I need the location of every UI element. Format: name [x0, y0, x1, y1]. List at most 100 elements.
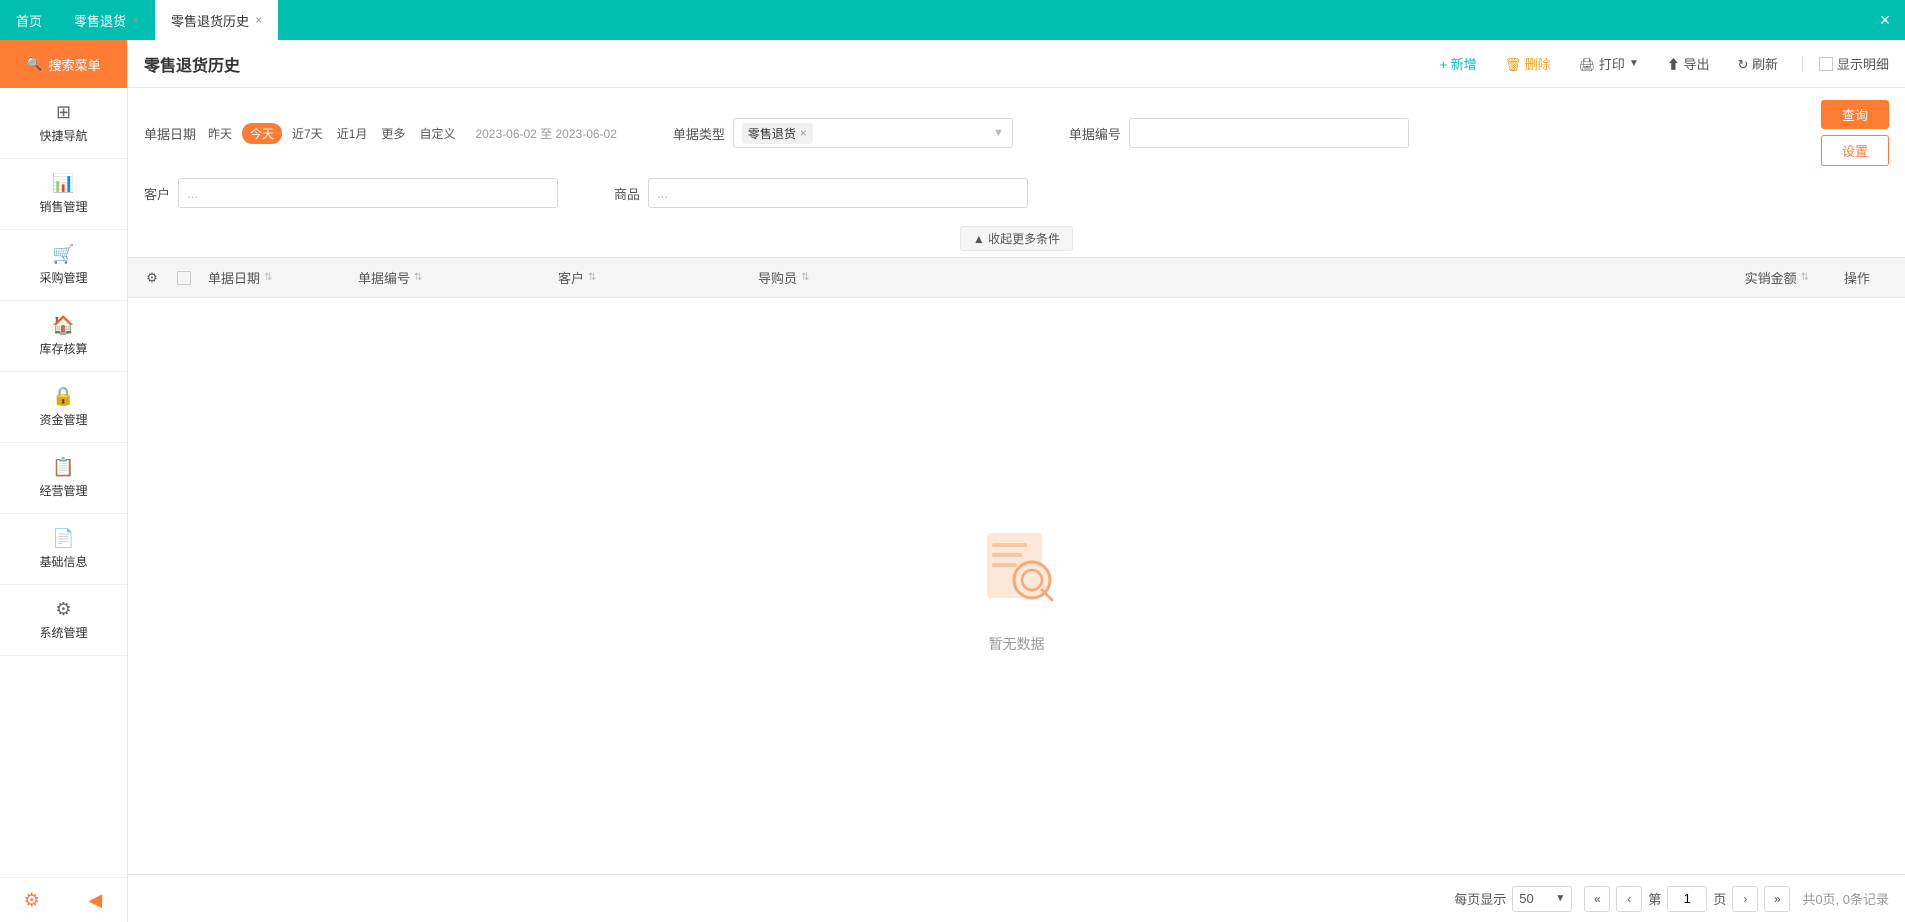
system-icon: ⚙	[55, 599, 71, 620]
th-guide[interactable]: 导购员 ⇅	[750, 268, 1697, 287]
date-last1m[interactable]: 近1月	[333, 123, 372, 144]
tab-list: 首页 零售退货 × 零售退货历史 ×	[0, 0, 1865, 40]
filter-area: 单据日期 昨天 今天 近7天 近1月 更多 自定义 2023-06-02 至 2…	[128, 88, 1905, 258]
page-nav: « ‹ 第 页 › »	[1584, 886, 1790, 912]
header-actions: + 新增 🗑 删除 🖨 打印 ▼ ⬆ 导出 ↻ 刷新 显	[1431, 50, 1889, 77]
sidebar-item-purchase[interactable]: 🛒 采购管理	[0, 230, 127, 301]
sort-date-icon: ⇅	[264, 272, 272, 283]
delete-button[interactable]: 🗑 删除	[1497, 50, 1559, 77]
sidebar-item-sales[interactable]: 📊 销售管理	[0, 159, 127, 230]
page-total: 共0页, 0条记录	[1802, 889, 1889, 908]
sales-icon: 📊	[52, 173, 74, 194]
page-header: 零售退货历史 + 新增 🗑 删除 🖨 打印 ▼ ⬆ 导出 ↻ 刷新	[128, 40, 1905, 88]
sidebar-bottom: ⚙ ◀	[0, 877, 127, 922]
sidebar-item-system[interactable]: ⚙ 系统管理	[0, 585, 127, 656]
pagination: 每页显示 50 ▼ « ‹ 第 页 › » 共0页, 0条记录	[128, 874, 1905, 922]
date-yesterday[interactable]: 昨天	[204, 123, 236, 144]
main-layout: 🔍 搜索菜单 ⊞ 快捷导航 📊 销售管理 🛒 采购管理 🏠 库存核算 🔒 资金管…	[0, 40, 1905, 922]
doc-number-input[interactable]	[1129, 118, 1409, 148]
page-number-input[interactable]	[1667, 886, 1707, 912]
sort-number-icon: ⇅	[414, 272, 422, 283]
tab-home[interactable]: 首页	[0, 0, 58, 40]
show-detail-checkbox-box[interactable]	[1819, 57, 1833, 71]
page-size-selector: 每页显示 50 ▼	[1454, 886, 1572, 912]
customer-input[interactable]: ...	[178, 178, 558, 208]
filter-customer: 客户 ...	[144, 178, 558, 208]
page-next-button[interactable]: ›	[1732, 886, 1758, 912]
top-bar: 首页 零售退货 × 零售退货历史 × ×	[0, 0, 1905, 40]
goods-input[interactable]: ...	[648, 178, 1028, 208]
collapse-row: ▲ 收起更多条件	[144, 220, 1889, 257]
filter-doc-type: 单据类型 零售退货 × ▼	[673, 118, 1013, 148]
empty-icon	[967, 518, 1067, 618]
operations-icon: 📋	[52, 457, 74, 478]
th-checkbox[interactable]	[168, 271, 200, 285]
filter-date: 单据日期 昨天 今天 近7天 近1月 更多 自定义	[144, 123, 459, 144]
sidebar: 🔍 搜索菜单 ⊞ 快捷导航 📊 销售管理 🛒 采购管理 🏠 库存核算 🔒 资金管…	[0, 40, 128, 922]
filter-row-1: 单据日期 昨天 今天 近7天 近1月 更多 自定义 2023-06-02 至 2…	[144, 100, 1889, 166]
print-dropdown-icon: ▼	[1629, 58, 1639, 69]
table-header: ⚙ 单据日期 ⇅ 单据编号 ⇅ 客户 ⇅ 导购员	[128, 258, 1905, 298]
filter-goods: 商品 ...	[614, 178, 1028, 208]
divider	[1802, 56, 1803, 72]
sidebar-item-basic-info[interactable]: 📄 基础信息	[0, 514, 127, 585]
new-button[interactable]: + 新增	[1431, 50, 1484, 77]
doc-type-tags: 零售退货 ×	[742, 123, 993, 144]
sidebar-item-operations[interactable]: 📋 经营管理	[0, 443, 127, 514]
tab-retail-return-close[interactable]: ×	[132, 13, 139, 27]
doc-type-tag-close[interactable]: ×	[800, 126, 807, 140]
tab-retail-return-history-close[interactable]: ×	[255, 13, 262, 27]
sort-guide-icon: ⇅	[801, 272, 809, 283]
tab-retail-return[interactable]: 零售退货 ×	[58, 0, 155, 40]
th-amount[interactable]: 实销金额 ⇅	[1697, 268, 1817, 287]
date-today[interactable]: 今天	[242, 123, 282, 144]
set-button[interactable]: 设置	[1821, 135, 1889, 166]
sort-customer-icon: ⇅	[588, 272, 596, 283]
empty-state: 暂无数据	[128, 298, 1905, 874]
tab-retail-return-history[interactable]: 零售退货历史 ×	[155, 0, 278, 40]
query-button[interactable]: 查询	[1821, 100, 1889, 129]
sidebar-settings-button[interactable]: ⚙	[0, 878, 64, 922]
table-settings-icon: ⚙	[146, 270, 158, 286]
sidebar-item-quick-nav[interactable]: ⊞ 快捷导航	[0, 88, 127, 159]
select-all-checkbox[interactable]	[177, 271, 191, 285]
export-button[interactable]: ⬆ 导出	[1659, 50, 1718, 77]
refresh-button[interactable]: ↻ 刷新	[1729, 50, 1786, 77]
inventory-icon: 🏠	[52, 315, 74, 336]
print-button[interactable]: 🖨 打印 ▼	[1571, 50, 1647, 77]
doc-type-dropdown-icon: ▼	[993, 127, 1004, 139]
sidebar-search[interactable]: 🔍 搜索菜单	[0, 40, 127, 88]
search-icon: 🔍	[26, 56, 42, 72]
content-area: 零售退货历史 + 新增 🗑 删除 🖨 打印 ▼ ⬆ 导出 ↻ 刷新	[128, 40, 1905, 922]
filter-doc-number: 单据编号	[1069, 118, 1409, 148]
page-last-button[interactable]: »	[1764, 886, 1790, 912]
basic-info-icon: 📄	[52, 528, 74, 549]
doc-type-tag: 零售退货 ×	[742, 123, 813, 144]
collapse-button[interactable]: ▲ 收起更多条件	[960, 226, 1073, 251]
table-area: ⚙ 单据日期 ⇅ 单据编号 ⇅ 客户 ⇅ 导购员	[128, 258, 1905, 874]
settings-icon: ⚙	[24, 890, 40, 911]
date-custom[interactable]: 自定义	[415, 123, 459, 144]
th-settings[interactable]: ⚙	[136, 270, 168, 286]
page-first-button[interactable]: «	[1584, 886, 1610, 912]
filter-row-2: 客户 ... 商品 ...	[144, 178, 1889, 208]
sidebar-collapse-button[interactable]: ◀	[64, 878, 128, 922]
purchase-icon: 🛒	[52, 244, 74, 265]
page-size-dropdown-icon: ▼	[1555, 893, 1565, 904]
page-size-select-box[interactable]: 50 ▼	[1512, 886, 1572, 912]
window-close-button[interactable]: ×	[1865, 0, 1905, 40]
page-prev-button[interactable]: ‹	[1616, 886, 1642, 912]
sidebar-item-inventory[interactable]: 🏠 库存核算	[0, 301, 127, 372]
date-last7[interactable]: 近7天	[288, 123, 327, 144]
sidebar-item-finance[interactable]: 🔒 资金管理	[0, 372, 127, 443]
th-number[interactable]: 单据编号 ⇅	[350, 268, 550, 287]
th-date[interactable]: 单据日期 ⇅	[200, 268, 350, 287]
page-title: 零售退货历史	[144, 52, 240, 76]
finance-icon: 🔒	[52, 386, 74, 407]
query-buttons: 查询 设置	[1821, 100, 1889, 166]
date-more[interactable]: 更多	[377, 123, 409, 144]
empty-text: 暂无数据	[989, 634, 1045, 654]
show-detail-checkbox[interactable]: 显示明细	[1819, 54, 1889, 73]
doc-type-select[interactable]: 零售退货 × ▼	[733, 118, 1013, 148]
th-customer[interactable]: 客户 ⇅	[550, 268, 750, 287]
